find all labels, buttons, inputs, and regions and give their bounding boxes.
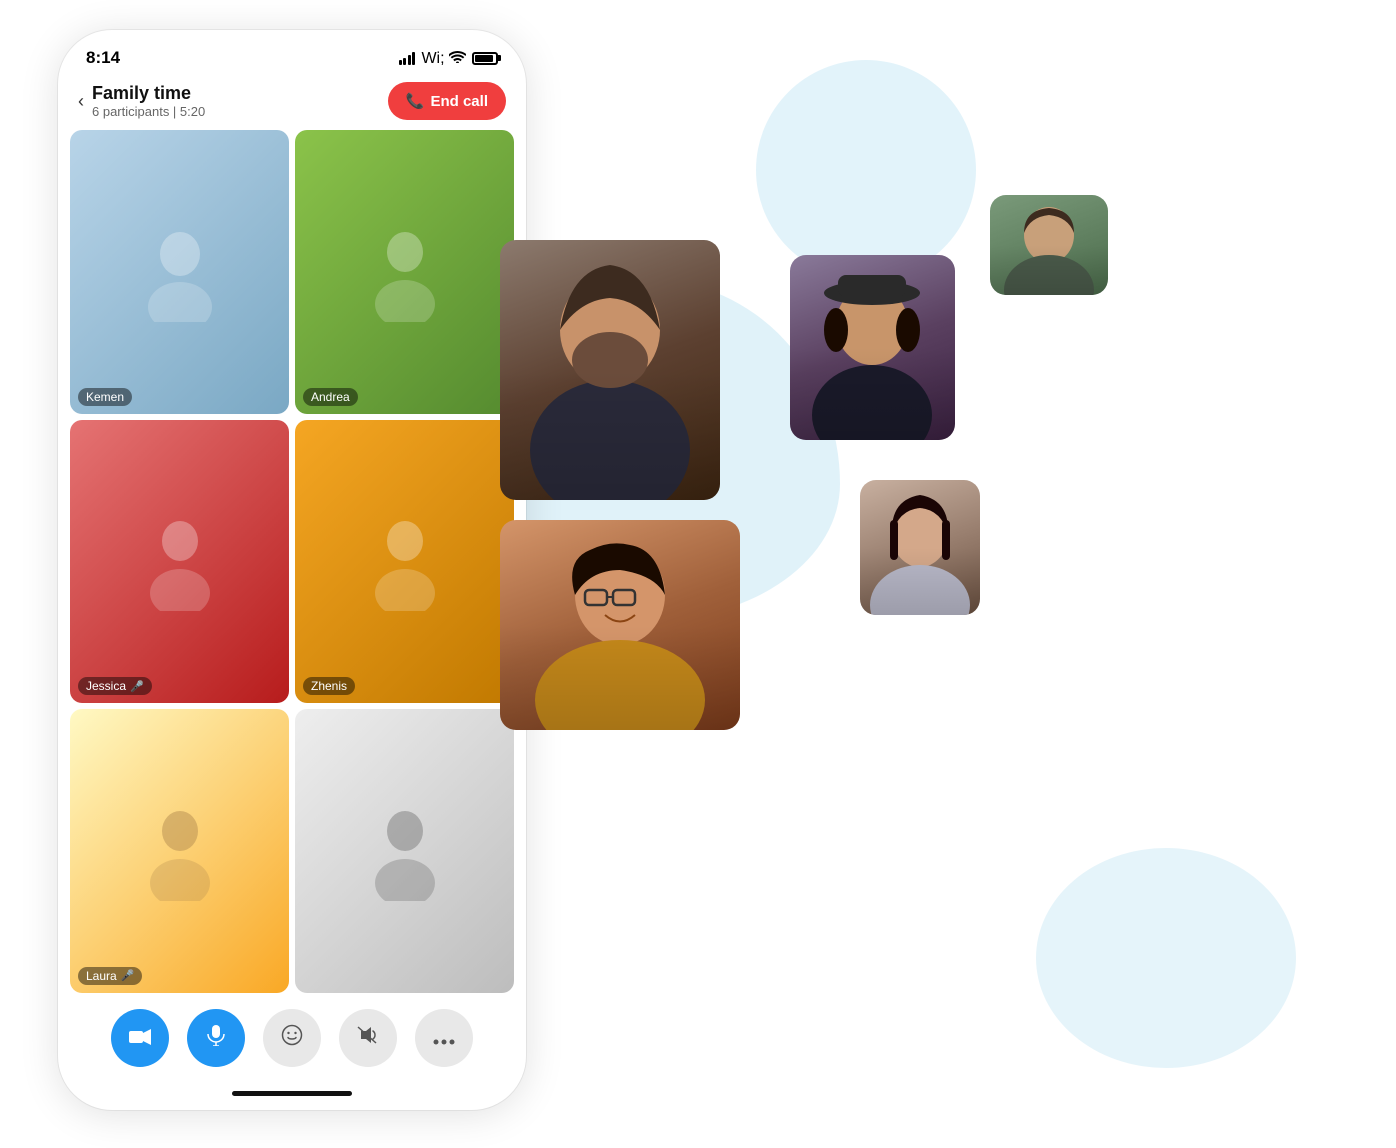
participant-label-andrea: Andrea — [303, 388, 358, 406]
microphone-toggle-button[interactable] — [187, 1009, 245, 1067]
emoji-icon — [281, 1024, 303, 1052]
status-time: 8:14 — [86, 48, 120, 68]
floating-tile-smiling-woman — [500, 520, 740, 730]
speaker-button[interactable] — [339, 1009, 397, 1067]
participant-label-zhenis: Zhenis — [303, 677, 355, 695]
back-button[interactable]: ‹ — [78, 91, 84, 112]
video-icon — [129, 1025, 151, 1051]
floating-tile-asian-woman — [860, 480, 980, 615]
muted-icon-laura: 🎤 — [121, 969, 135, 982]
floating-tile-woman-hat — [790, 255, 955, 440]
participant-label-jessica: Jessica 🎤 — [78, 677, 152, 695]
floating-tile-short-hair — [990, 195, 1108, 295]
call-title: Family time — [92, 83, 205, 105]
floating-tile-bearded-man — [500, 240, 720, 500]
participant-label-kemen: Kemen — [78, 388, 132, 406]
video-cell-kemen: Kemen — [70, 130, 289, 414]
participant-label-laura: Laura 🎤 — [78, 967, 142, 985]
signal-icon — [399, 52, 416, 65]
video-cell-laura: Laura 🎤 — [70, 709, 289, 993]
microphone-icon — [207, 1024, 225, 1052]
video-toggle-button[interactable] — [111, 1009, 169, 1067]
call-subtitle: 6 participants | 5:20 — [92, 104, 205, 119]
emoji-button[interactable] — [263, 1009, 321, 1067]
video-cell-jessica: Jessica 🎤 — [70, 420, 289, 704]
floating-tiles-area — [420, 0, 1396, 1148]
muted-icon-jessica: 🎤 — [130, 680, 144, 693]
home-indicator — [232, 1091, 352, 1096]
speaker-icon — [357, 1024, 379, 1052]
